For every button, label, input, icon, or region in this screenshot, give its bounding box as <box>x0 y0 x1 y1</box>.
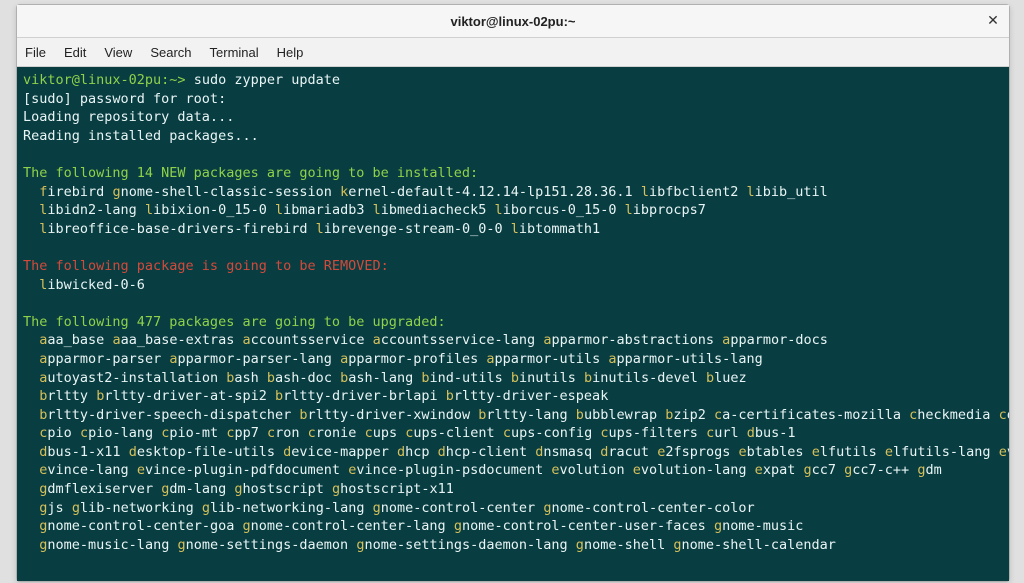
menu-help[interactable]: Help <box>277 45 304 60</box>
menu-file[interactable]: File <box>25 45 46 60</box>
terminal-output[interactable]: viktor@linux-02pu:~> sudo zypper update … <box>17 67 1009 581</box>
menu-view[interactable]: View <box>104 45 132 60</box>
titlebar: viktor@linux-02pu:~ ✕ <box>17 5 1009 38</box>
menu-edit[interactable]: Edit <box>64 45 86 60</box>
close-icon[interactable]: ✕ <box>983 11 1003 31</box>
menubar: File Edit View Search Terminal Help <box>17 38 1009 67</box>
menu-terminal[interactable]: Terminal <box>210 45 259 60</box>
menu-search[interactable]: Search <box>150 45 191 60</box>
terminal-window: viktor@linux-02pu:~ ✕ File Edit View Sea… <box>16 4 1010 582</box>
window-title: viktor@linux-02pu:~ <box>450 14 575 29</box>
